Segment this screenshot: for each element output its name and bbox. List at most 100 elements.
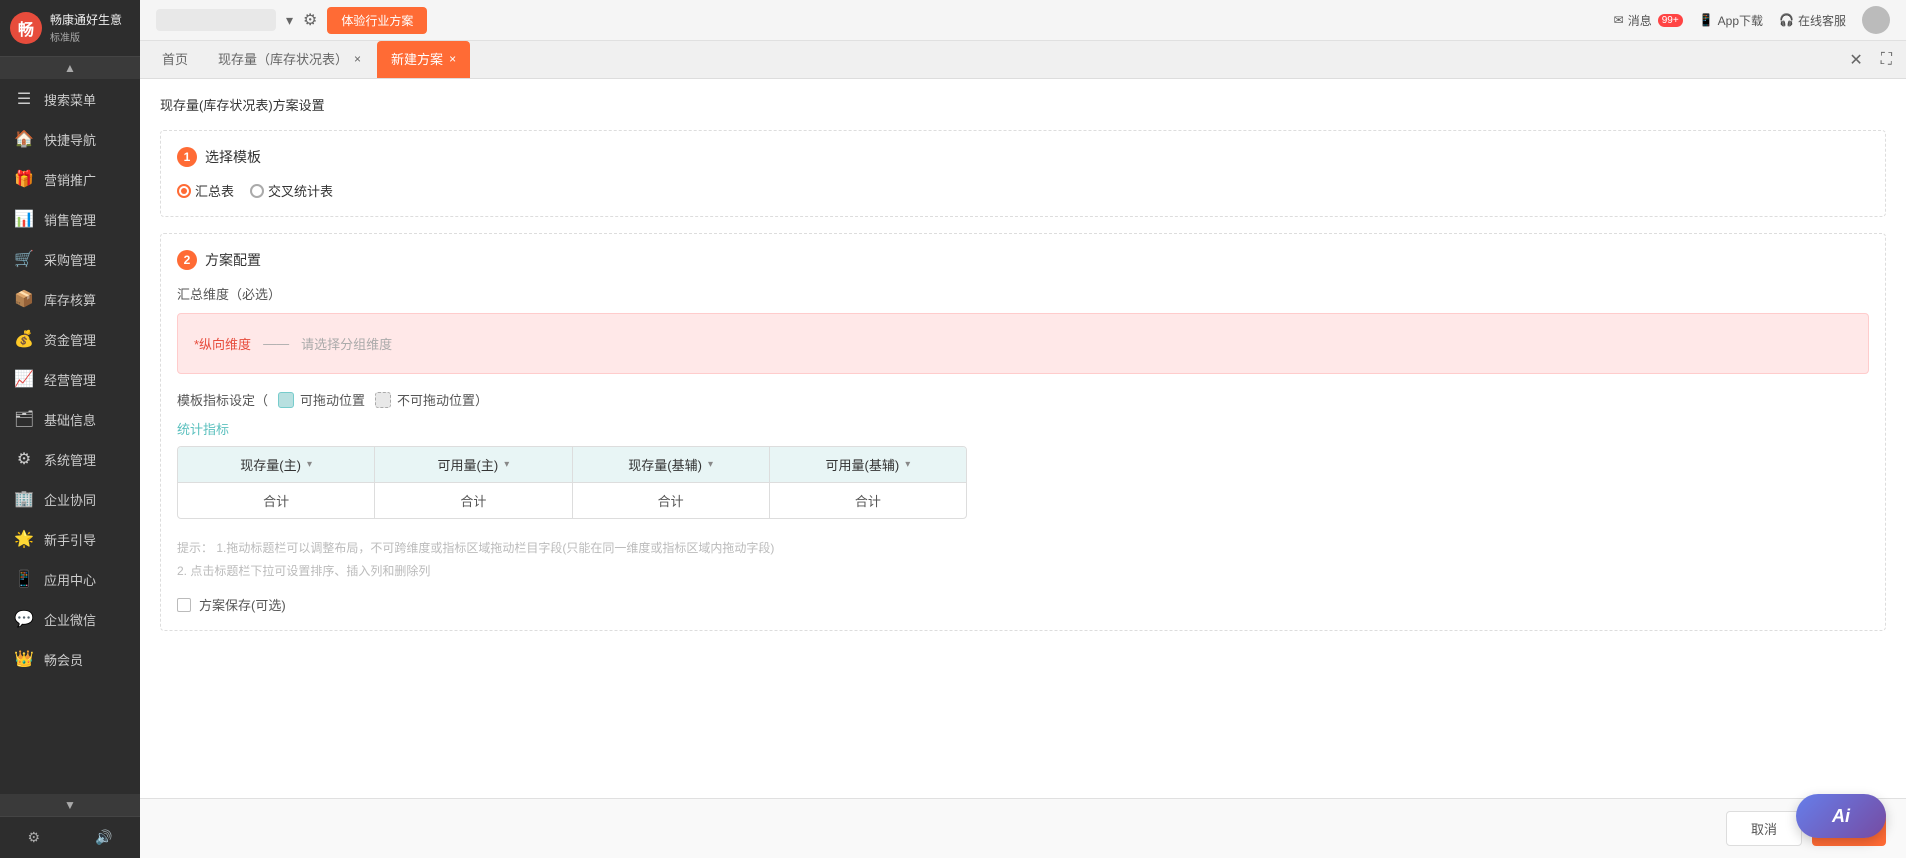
sidebar-item-marketing[interactable]: 🎁 营销推广: [0, 159, 140, 199]
tab-home[interactable]: 首页: [148, 41, 202, 78]
step1-title: 选择模板: [205, 147, 261, 167]
topbar-dropdown-button[interactable]: ▾: [286, 12, 293, 29]
col-body-1: 合计: [178, 482, 375, 518]
settings-button[interactable]: ⚙: [20, 825, 49, 850]
sidebar-footer: ⚙ 🔊: [0, 816, 140, 858]
sidebar-item-search[interactable]: ☰ 搜索菜单: [0, 79, 140, 119]
guide-icon: 🌟: [14, 529, 34, 549]
crown-icon: 👑: [14, 649, 34, 669]
sidebar-item-sales-label: 销售管理: [44, 210, 96, 229]
cart-icon: 🛒: [14, 249, 34, 269]
gift-icon: 🎁: [14, 169, 34, 189]
radio-summary[interactable]: 汇总表: [177, 181, 234, 200]
sidebar-item-wechat[interactable]: 💬 企业微信: [0, 599, 140, 639]
col-header-3[interactable]: 现存量(基辅) ▾: [573, 447, 770, 482]
template-radio-group: 汇总表 交叉统计表: [177, 181, 1869, 200]
app-download-group[interactable]: 📱 App下载: [1699, 12, 1763, 29]
step1-card: 1 选择模板 汇总表 交叉统计表: [160, 130, 1886, 217]
save-option-label: 方案保存(可选): [199, 595, 286, 614]
tab-home-label: 首页: [162, 49, 188, 68]
tab-inventory-status-close[interactable]: ×: [354, 53, 361, 65]
sidebar-item-purchase[interactable]: 🛒 采购管理: [0, 239, 140, 279]
sidebar-item-operations-label: 经营管理: [44, 370, 96, 389]
sidebar-item-member-label: 畅会员: [44, 650, 83, 669]
tip-2: 2. 点击标题栏下拉可设置排序、插入列和删除列: [177, 562, 1869, 579]
sidebar-item-quick-nav[interactable]: 🏠 快捷导航: [0, 119, 140, 159]
sidebar-item-system[interactable]: ⚙ 系统管理: [0, 439, 140, 479]
topbar-left: ▾ ⚙ 体验行业方案: [156, 7, 427, 34]
trial-button[interactable]: 体验行业方案: [327, 7, 427, 34]
page-content: 现存量(库存状况表)方案设置 1 选择模板 汇总表 交叉统计表 2: [140, 79, 1906, 798]
col-header-4[interactable]: 可用量(基辅) ▾: [770, 447, 966, 482]
sidebar-nav: ☰ 搜索菜单 🏠 快捷导航 🎁 营销推广 📊 销售管理 🛒 采购管理 📦 库存核…: [0, 79, 140, 794]
sidebar-item-quick-nav-label: 快捷导航: [44, 130, 96, 149]
message-group[interactable]: ✉ 消息 99+: [1614, 12, 1683, 29]
sidebar-logo: 畅: [10, 12, 42, 44]
message-badge: 99+: [1658, 14, 1683, 27]
stats-table-body: 合计 合计 合计 合计: [178, 482, 966, 518]
radio-summary-label: 汇总表: [195, 181, 234, 200]
cancel-button[interactable]: 取消: [1726, 811, 1802, 846]
tips-section: 提示： 1.拖动标题栏可以调整布局，不可跨维度或指标区域拖动栏目字段(只能在同一…: [177, 539, 1869, 579]
col-chevron-3: ▾: [708, 459, 713, 470]
non-draggable-label: 不可拖动位置）: [397, 390, 488, 409]
dimension-selection-box[interactable]: *纵向维度 —— 请选择分组维度: [177, 313, 1869, 374]
sidebar-item-sales[interactable]: 📊 销售管理: [0, 199, 140, 239]
col-chevron-2: ▾: [504, 459, 509, 470]
col-body-3: 合计: [573, 482, 770, 518]
sidebar-item-app-center[interactable]: 📱 应用中心: [0, 559, 140, 599]
step2-badge: 2: [177, 250, 197, 270]
ai-bubble-label: Ai: [1832, 806, 1850, 827]
wechat-icon: 💬: [14, 609, 34, 629]
step2-card: 2 方案配置 汇总维度（必选） *纵向维度 —— 请选择分组维度 模板指标设定（…: [160, 233, 1886, 631]
col-header-1[interactable]: 现存量(主) ▾: [178, 447, 375, 482]
sidebar-item-finance[interactable]: 💰 资金管理: [0, 319, 140, 359]
message-label: 消息: [1628, 12, 1652, 29]
col-header-2-label: 可用量(主): [438, 455, 499, 474]
indicator-label-row: 模板指标设定（ 可拖动位置 不可拖动位置）: [177, 390, 1869, 409]
non-draggable-legend-box: [375, 392, 391, 408]
save-checkbox-row: 方案保存(可选): [177, 595, 1869, 614]
tab-new-scheme-close[interactable]: ×: [449, 53, 456, 65]
user-avatar[interactable]: [1862, 6, 1890, 34]
sidebar-item-guide[interactable]: 🌟 新手引导: [0, 519, 140, 559]
col-header-4-label: 可用量(基辅): [826, 455, 900, 474]
tabs-controls: ✕ ⛶: [1843, 48, 1898, 72]
dimension-required-label: *纵向维度: [194, 334, 251, 353]
sidebar-item-basic-info[interactable]: 🗂 基础信息: [0, 399, 140, 439]
sidebar-item-marketing-label: 营销推广: [44, 170, 96, 189]
topbar-search-input[interactable]: [156, 9, 276, 31]
stats-table-header: 现存量(主) ▾ 可用量(主) ▾ 现存量(基辅) ▾ 可用量(基辅): [178, 447, 966, 482]
tab-inventory-status[interactable]: 现存量（库存状况表） ×: [204, 41, 375, 78]
sidebar-item-member[interactable]: 👑 畅会员: [0, 639, 140, 679]
col-header-2[interactable]: 可用量(主) ▾: [375, 447, 572, 482]
sidebar-scroll-down[interactable]: ▼: [0, 794, 140, 816]
online-service-label: 在线客服: [1798, 12, 1846, 29]
page-breadcrumb: 现存量(库存状况表)方案设置: [160, 95, 1886, 114]
sidebar-item-enterprise[interactable]: 🏢 企业协同: [0, 479, 140, 519]
ai-bubble[interactable]: Ai: [1796, 794, 1886, 838]
app-icon: 📱: [14, 569, 34, 589]
sidebar-item-operations[interactable]: 📈 经营管理: [0, 359, 140, 399]
step2-title: 方案配置: [205, 250, 261, 270]
radio-summary-dot: [177, 184, 191, 198]
topbar: ▾ ⚙ 体验行业方案 ✉ 消息 99+ 📱 App下载 🎧 在线客服: [140, 0, 1906, 41]
search-menu-icon: ☰: [14, 89, 34, 109]
step1-header: 1 选择模板: [177, 147, 1869, 167]
tab-new-scheme[interactable]: 新建方案 ×: [377, 41, 470, 78]
sidebar-item-inventory[interactable]: 📦 库存核算: [0, 279, 140, 319]
draggable-label: 可拖动位置: [300, 390, 365, 409]
operations-icon: 📈: [14, 369, 34, 389]
col-header-1-label: 现存量(主): [240, 455, 301, 474]
tab-expand-button[interactable]: ⛶: [1875, 48, 1898, 72]
col-body-2: 合计: [375, 482, 572, 518]
radio-cross[interactable]: 交叉统计表: [250, 181, 333, 200]
tab-collapse-button[interactable]: ✕: [1843, 48, 1868, 72]
topbar-gear-button[interactable]: ⚙: [303, 10, 317, 30]
sound-button[interactable]: 🔊: [87, 825, 120, 850]
online-service-group[interactable]: 🎧 在线客服: [1779, 12, 1846, 29]
sidebar-scroll-up[interactable]: ▲: [0, 57, 140, 79]
indicator-settings: 模板指标设定（ 可拖动位置 不可拖动位置） 统计指标 现存量(主: [177, 390, 1869, 579]
phone-icon: 📱: [1699, 13, 1714, 27]
save-checkbox[interactable]: [177, 598, 191, 612]
